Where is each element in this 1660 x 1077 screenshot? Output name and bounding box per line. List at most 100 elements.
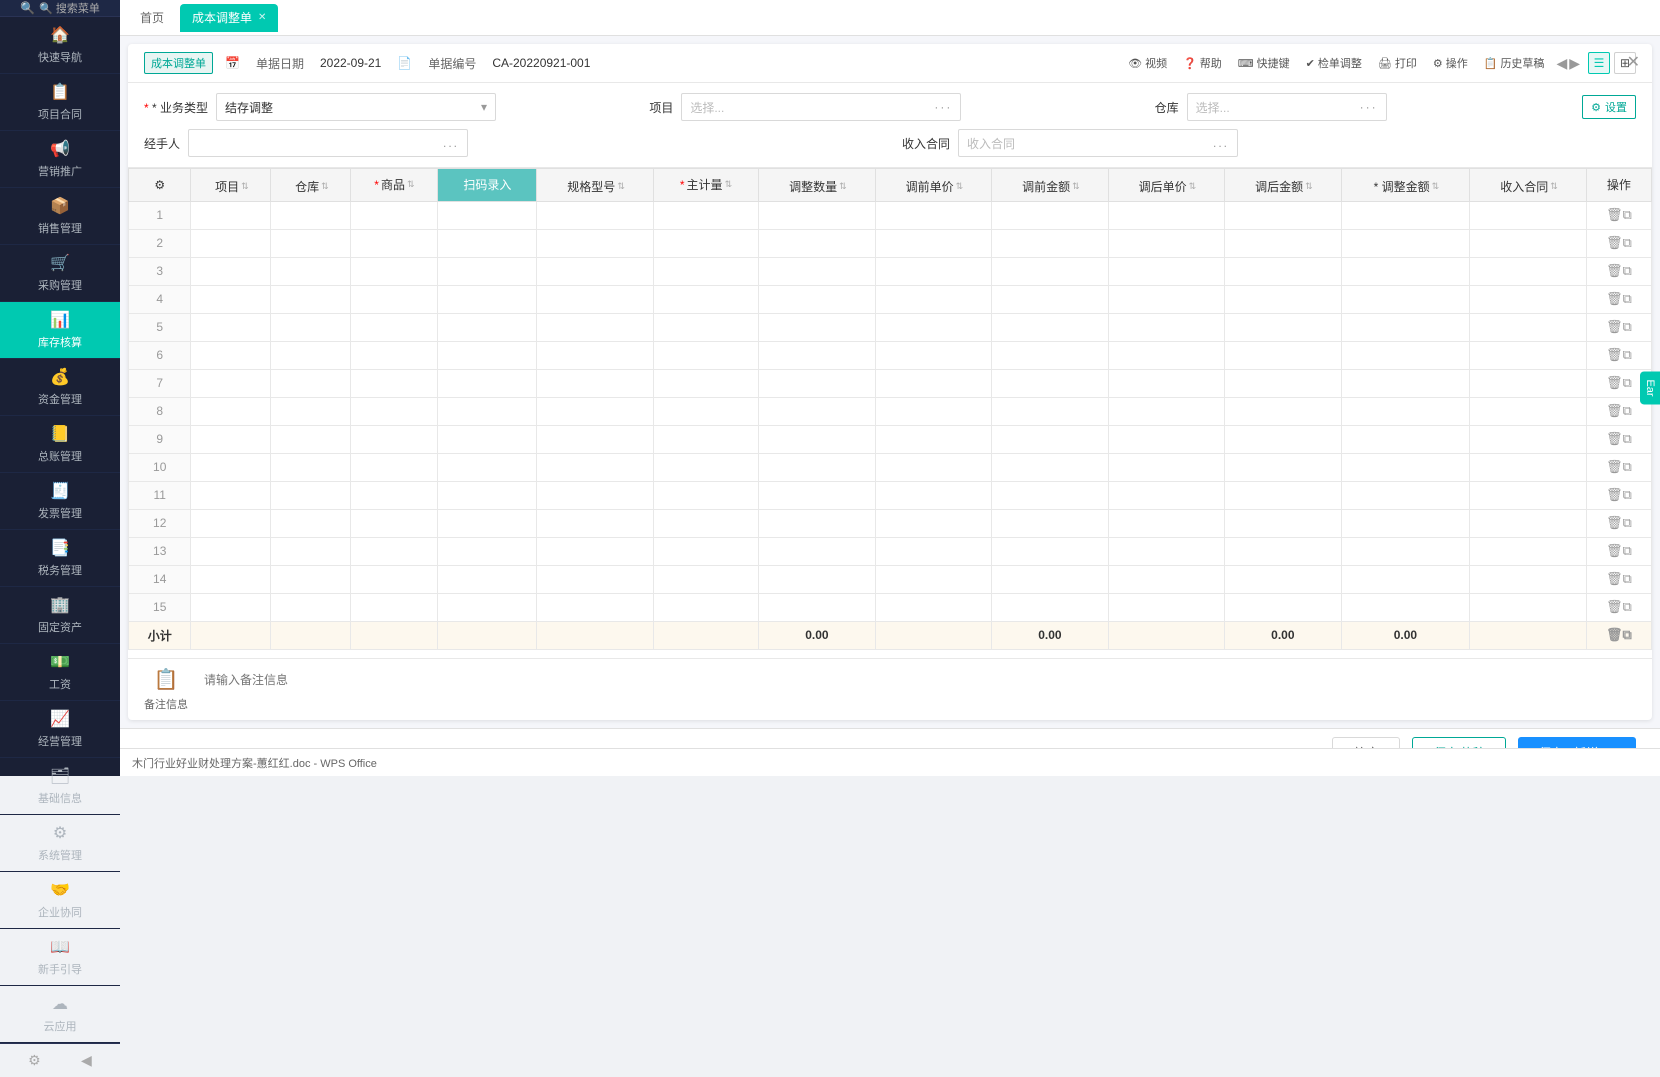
cell-warehouse-4[interactable]: [271, 285, 351, 313]
cell-income_contract-1[interactable]: [1470, 201, 1586, 229]
cell-qty-10[interactable]: [759, 453, 875, 481]
toolbar-print[interactable]: 🖨 打印: [1374, 53, 1421, 73]
cell-qty-9[interactable]: [759, 425, 875, 453]
cell-product-8[interactable]: [351, 397, 438, 425]
sidebar-item-quick-nav[interactable]: 🏠快速导航: [0, 17, 120, 74]
cell-after_unit_price-13[interactable]: [1108, 537, 1224, 565]
subtotal-delete-icon[interactable]: 🗑: [1606, 627, 1623, 642]
sidebar-item-biz-collab[interactable]: 🤝企业协同: [0, 872, 120, 929]
cell-adjust_amount-8[interactable]: [1341, 397, 1470, 425]
cell-project-6[interactable]: [191, 341, 271, 369]
cell-spec-1[interactable]: [537, 201, 653, 229]
cell-product-6[interactable]: [351, 341, 438, 369]
cell-after_amount-13[interactable]: [1225, 537, 1341, 565]
collapse-icon[interactable]: ◀: [81, 1052, 92, 1069]
sidebar-item-basic-info[interactable]: 🗂基础信息: [0, 758, 120, 815]
cell-income_contract-11[interactable]: [1470, 481, 1586, 509]
cell-warehouse-13[interactable]: [271, 537, 351, 565]
cell-income_contract-13[interactable]: [1470, 537, 1586, 565]
cell-adjust_amount-5[interactable]: [1341, 313, 1470, 341]
cell-project-13[interactable]: [191, 537, 271, 565]
cell-prev_amount-4[interactable]: [992, 285, 1108, 313]
cell-project-10[interactable]: [191, 453, 271, 481]
cell-adjust_amount-9[interactable]: [1341, 425, 1470, 453]
cell-project-7[interactable]: [191, 369, 271, 397]
copy-icon-10[interactable]: ⧉: [1622, 459, 1631, 474]
cell-product-14[interactable]: [351, 565, 438, 593]
cell-spec-3[interactable]: [537, 257, 653, 285]
cell-adjust_amount-3[interactable]: [1341, 257, 1470, 285]
col-sort-warehouse[interactable]: 仓库⇅: [293, 178, 329, 195]
col-header-after_unit_price[interactable]: 调后单价⇅: [1108, 169, 1224, 202]
cell-prev_amount-7[interactable]: [992, 369, 1108, 397]
copy-icon-4[interactable]: ⧉: [1622, 291, 1631, 306]
cell-product-12[interactable]: [351, 509, 438, 537]
col-sort-adjust_amount[interactable]: * 调整金额⇅: [1372, 178, 1440, 195]
cell-project-15[interactable]: [191, 593, 271, 621]
cell-spec-13[interactable]: [537, 537, 653, 565]
cell-qty-11[interactable]: [759, 481, 875, 509]
cell-income_contract-8[interactable]: [1470, 397, 1586, 425]
cell-product-9[interactable]: [351, 425, 438, 453]
cell-unit-12[interactable]: [653, 509, 758, 537]
cell-project-2[interactable]: [191, 229, 271, 257]
cell-scan-6[interactable]: [438, 341, 537, 369]
cell-warehouse-11[interactable]: [271, 481, 351, 509]
cell-prev_amount-8[interactable]: [992, 397, 1108, 425]
copy-icon-9[interactable]: ⧉: [1622, 431, 1631, 446]
cell-income_contract-12[interactable]: [1470, 509, 1586, 537]
cell-adjust_amount-4[interactable]: [1341, 285, 1470, 313]
cell-warehouse-8[interactable]: [271, 397, 351, 425]
cell-qty-6[interactable]: [759, 341, 875, 369]
col-sort-after_unit_price[interactable]: 调后单价⇅: [1137, 178, 1197, 195]
delete-icon-12[interactable]: 🗑: [1606, 515, 1623, 530]
cell-after_unit_price-2[interactable]: [1108, 229, 1224, 257]
cell-warehouse-10[interactable]: [271, 453, 351, 481]
subtotal-copy-icon[interactable]: ⧉: [1622, 627, 1631, 642]
cell-spec-2[interactable]: [537, 229, 653, 257]
cell-adjust_amount-10[interactable]: [1341, 453, 1470, 481]
cell-income_contract-14[interactable]: [1470, 565, 1586, 593]
col-header-spec[interactable]: 规格型号⇅: [537, 169, 653, 202]
cell-prev_unit_price-9[interactable]: [875, 425, 991, 453]
settings-button[interactable]: ⚙ 设置: [1582, 95, 1636, 119]
delete-icon-3[interactable]: 🗑: [1606, 263, 1623, 278]
cell-prev_amount-1[interactable]: [992, 201, 1108, 229]
cell-qty-7[interactable]: [759, 369, 875, 397]
cell-spec-14[interactable]: [537, 565, 653, 593]
cell-prev_unit_price-7[interactable]: [875, 369, 991, 397]
delete-icon-11[interactable]: 🗑: [1606, 487, 1623, 502]
cell-warehouse-15[interactable]: [271, 593, 351, 621]
copy-icon-14[interactable]: ⧉: [1622, 571, 1631, 586]
copy-icon-1[interactable]: ⧉: [1622, 207, 1631, 222]
cell-prev_unit_price-13[interactable]: [875, 537, 991, 565]
toolbar-history[interactable]: 📋 历史草稿: [1480, 53, 1549, 73]
sidebar-item-fixed-assets[interactable]: 🏢固定资产: [0, 587, 120, 644]
cell-spec-9[interactable]: [537, 425, 653, 453]
col-header-prev_unit_price[interactable]: 调前单价⇅: [875, 169, 991, 202]
cell-adjust_amount-14[interactable]: [1341, 565, 1470, 593]
cell-unit-5[interactable]: [653, 313, 758, 341]
cell-after_unit_price-6[interactable]: [1108, 341, 1224, 369]
tab-close-cost-adjust[interactable]: ✕: [258, 12, 266, 23]
col-settings-icon[interactable]: ⚙: [154, 178, 165, 192]
cell-prev_unit_price-12[interactable]: [875, 509, 991, 537]
cell-income_contract-2[interactable]: [1470, 229, 1586, 257]
sidebar-item-tax-mgmt[interactable]: 📑税务管理: [0, 530, 120, 587]
settings-icon[interactable]: ⚙: [28, 1052, 41, 1069]
cell-warehouse-1[interactable]: [271, 201, 351, 229]
cell-adjust_amount-11[interactable]: [1341, 481, 1470, 509]
notes-input[interactable]: [200, 667, 1636, 703]
cell-income_contract-4[interactable]: [1470, 285, 1586, 313]
col-sort-qty[interactable]: 调整数量⇅: [787, 178, 847, 195]
cell-qty-5[interactable]: [759, 313, 875, 341]
cell-scan-3[interactable]: [438, 257, 537, 285]
cell-qty-2[interactable]: [759, 229, 875, 257]
delete-icon-7[interactable]: 🗑: [1606, 375, 1623, 390]
right-edge-tab[interactable]: Ear: [1640, 371, 1660, 404]
cell-prev_amount-11[interactable]: [992, 481, 1108, 509]
copy-icon-5[interactable]: ⧉: [1622, 319, 1631, 334]
cell-after_unit_price-10[interactable]: [1108, 453, 1224, 481]
cell-product-2[interactable]: [351, 229, 438, 257]
cell-product-10[interactable]: [351, 453, 438, 481]
